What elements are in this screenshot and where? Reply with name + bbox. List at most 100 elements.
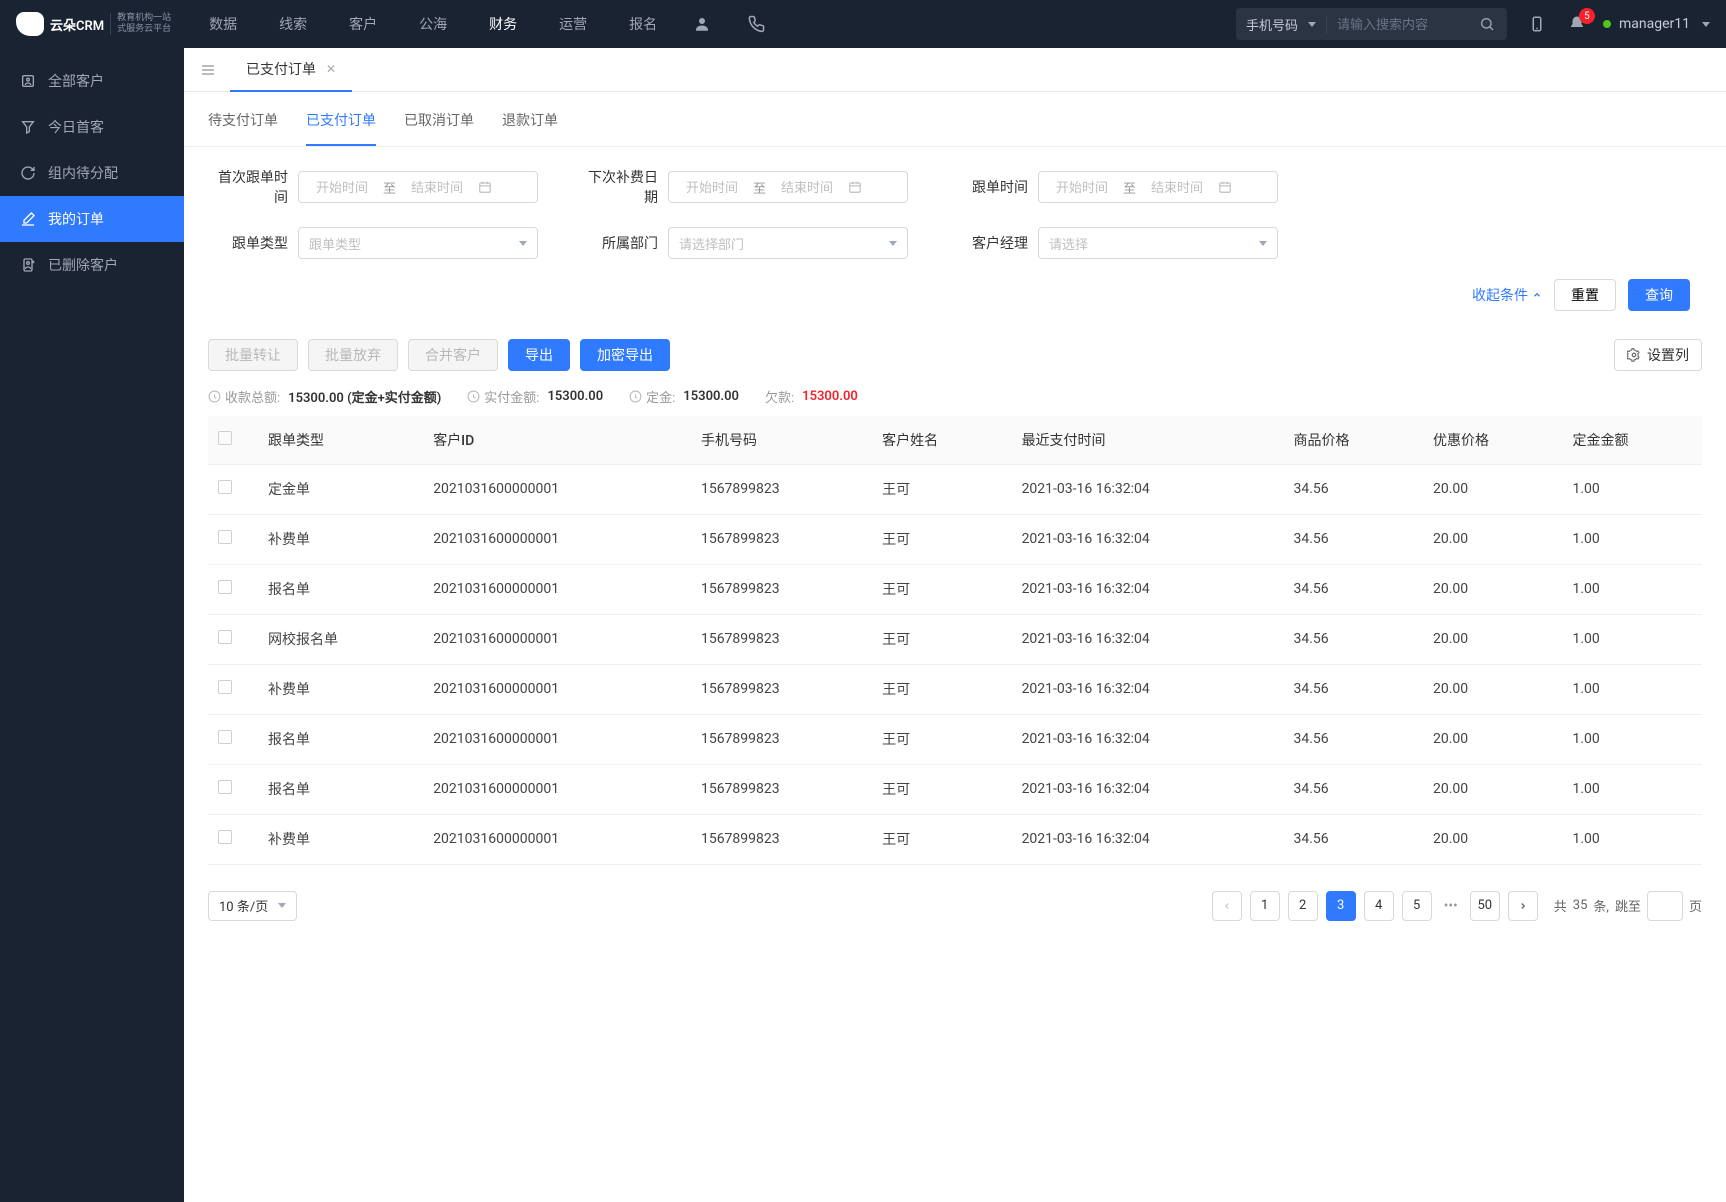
subtab-2[interactable]: 已取消订单: [404, 110, 474, 146]
notification-bell[interactable]: 5: [1567, 14, 1587, 34]
cell-phone: 1567899823: [691, 814, 872, 864]
table-row[interactable]: 报名单20210316000000011567899823王可2021-03-1…: [208, 714, 1702, 764]
batch-transfer-button[interactable]: 批量转让: [208, 339, 298, 371]
end-date-input[interactable]: [1142, 180, 1212, 195]
sidebar-item-3[interactable]: 我的订单: [0, 196, 184, 242]
page-tab-label: 已支付订单: [246, 59, 316, 79]
table-row[interactable]: 定金单20210316000000011567899823王可2021-03-1…: [208, 464, 1702, 514]
batch-discard-button[interactable]: 批量放弃: [308, 339, 398, 371]
prev-page-button[interactable]: [1212, 891, 1242, 921]
col-header-3: 客户姓名: [872, 416, 1011, 464]
start-date-input[interactable]: [307, 180, 377, 195]
page-tab-paid-orders[interactable]: 已支付订单 ✕: [230, 48, 352, 92]
set-columns-button[interactable]: 设置列: [1614, 339, 1702, 371]
page-last-button[interactable]: 50: [1470, 891, 1500, 921]
row-checkbox[interactable]: [218, 630, 232, 644]
device-icon[interactable]: [1527, 14, 1547, 34]
start-date-input[interactable]: [1047, 180, 1117, 195]
cell-deposit: 1.00: [1562, 814, 1702, 864]
topnav-item-5[interactable]: 运营: [541, 0, 605, 48]
start-date-input[interactable]: [677, 180, 747, 195]
row-checkbox[interactable]: [218, 780, 232, 794]
cell-deposit: 1.00: [1562, 464, 1702, 514]
cell-price: 34.56: [1283, 514, 1422, 564]
reset-button[interactable]: 重置: [1554, 279, 1616, 311]
page-1-button[interactable]: 1: [1250, 891, 1280, 921]
cell-phone: 1567899823: [691, 664, 872, 714]
sidebar-item-0[interactable]: 全部客户: [0, 58, 184, 104]
collapse-filters-link[interactable]: 收起条件: [1472, 285, 1542, 305]
topnav-item-4[interactable]: 财务: [471, 0, 535, 48]
status-dot-icon: [1603, 20, 1611, 28]
refresh-icon: [20, 165, 36, 181]
topnav-item-0[interactable]: 数据: [191, 0, 255, 48]
cell-time: 2021-03-16 16:32:04: [1012, 514, 1284, 564]
cell-time: 2021-03-16 16:32:04: [1012, 764, 1284, 814]
table-row[interactable]: 网校报名单20210316000000011567899823王可2021-03…: [208, 614, 1702, 664]
calendar-icon: [1218, 180, 1232, 194]
table-row[interactable]: 报名单20210316000000011567899823王可2021-03-1…: [208, 764, 1702, 814]
row-checkbox[interactable]: [218, 480, 232, 494]
top-phone-icon[interactable]: [729, 0, 783, 48]
end-date-input[interactable]: [772, 180, 842, 195]
sidebar-item-1[interactable]: 今日首客: [0, 104, 184, 150]
page-5-button[interactable]: 5: [1402, 891, 1432, 921]
daterange-first-follow[interactable]: 至: [298, 171, 538, 203]
search-icon[interactable]: [1477, 14, 1497, 34]
sidebar-item-4[interactable]: 已删除客户: [0, 242, 184, 288]
page-4-button[interactable]: 4: [1364, 891, 1394, 921]
row-checkbox[interactable]: [218, 830, 232, 844]
table-row[interactable]: 补费单20210316000000011567899823王可2021-03-1…: [208, 814, 1702, 864]
subtab-3[interactable]: 退款订单: [502, 110, 558, 146]
cell-time: 2021-03-16 16:32:04: [1012, 814, 1284, 864]
sidebar-item-2[interactable]: 组内待分配: [0, 150, 184, 196]
hamburger-icon[interactable]: [194, 56, 222, 84]
user-menu[interactable]: manager11: [1603, 16, 1710, 32]
export-button[interactable]: 导出: [508, 339, 570, 371]
cell-discount: 20.00: [1423, 764, 1562, 814]
export-encrypted-button[interactable]: 加密导出: [580, 339, 670, 371]
page-3-button[interactable]: 3: [1326, 891, 1356, 921]
topnav-item-1[interactable]: 线索: [261, 0, 325, 48]
subtab-1[interactable]: 已支付订单: [306, 110, 376, 146]
daterange-next-fee[interactable]: 至: [668, 171, 908, 203]
select-manager[interactable]: 请选择: [1038, 227, 1278, 259]
jump-page-input[interactable]: [1647, 891, 1683, 921]
cell-time: 2021-03-16 16:32:04: [1012, 564, 1284, 614]
top-menu: 数据线索客户公海财务运营报名: [191, 0, 675, 48]
table-row[interactable]: 报名单20210316000000011567899823王可2021-03-1…: [208, 564, 1702, 614]
page-size-select[interactable]: 10 条/页: [208, 891, 297, 921]
topnav-item-6[interactable]: 报名: [611, 0, 675, 48]
username-label: manager11: [1619, 16, 1690, 32]
filter-department: 所属部门 请选择部门: [578, 227, 908, 259]
cell-phone: 1567899823: [691, 514, 872, 564]
select-department[interactable]: 请选择部门: [668, 227, 908, 259]
page-2-button[interactable]: 2: [1288, 891, 1318, 921]
topnav-item-2[interactable]: 客户: [331, 0, 395, 48]
daterange-follow-time[interactable]: 至: [1038, 171, 1278, 203]
row-checkbox[interactable]: [218, 730, 232, 744]
cell-name: 王可: [872, 464, 1011, 514]
cell-price: 34.56: [1283, 614, 1422, 664]
table-row[interactable]: 补费单20210316000000011567899823王可2021-03-1…: [208, 664, 1702, 714]
query-button[interactable]: 查询: [1628, 279, 1690, 311]
cell-cid: 2021031600000001: [423, 464, 691, 514]
select-all-checkbox[interactable]: [218, 431, 232, 445]
row-checkbox[interactable]: [218, 680, 232, 694]
row-checkbox[interactable]: [218, 580, 232, 594]
global-search[interactable]: 手机号码: [1236, 8, 1507, 40]
top-user-icon[interactable]: [675, 0, 729, 48]
search-input[interactable]: [1337, 17, 1467, 32]
select-follow-type[interactable]: 跟单类型: [298, 227, 538, 259]
search-type-select[interactable]: 手机号码: [1246, 15, 1327, 34]
subtab-0[interactable]: 待支付订单: [208, 110, 278, 146]
topnav-item-3[interactable]: 公海: [401, 0, 465, 48]
end-date-input[interactable]: [402, 180, 472, 195]
merge-customer-button[interactable]: 合并客户: [408, 339, 498, 371]
row-checkbox[interactable]: [218, 530, 232, 544]
table-row[interactable]: 补费单20210316000000011567899823王可2021-03-1…: [208, 514, 1702, 564]
next-page-button[interactable]: [1508, 891, 1538, 921]
cell-price: 34.56: [1283, 714, 1422, 764]
close-icon[interactable]: ✕: [326, 62, 336, 76]
order-status-tabs: 待支付订单已支付订单已取消订单退款订单: [184, 92, 1726, 147]
